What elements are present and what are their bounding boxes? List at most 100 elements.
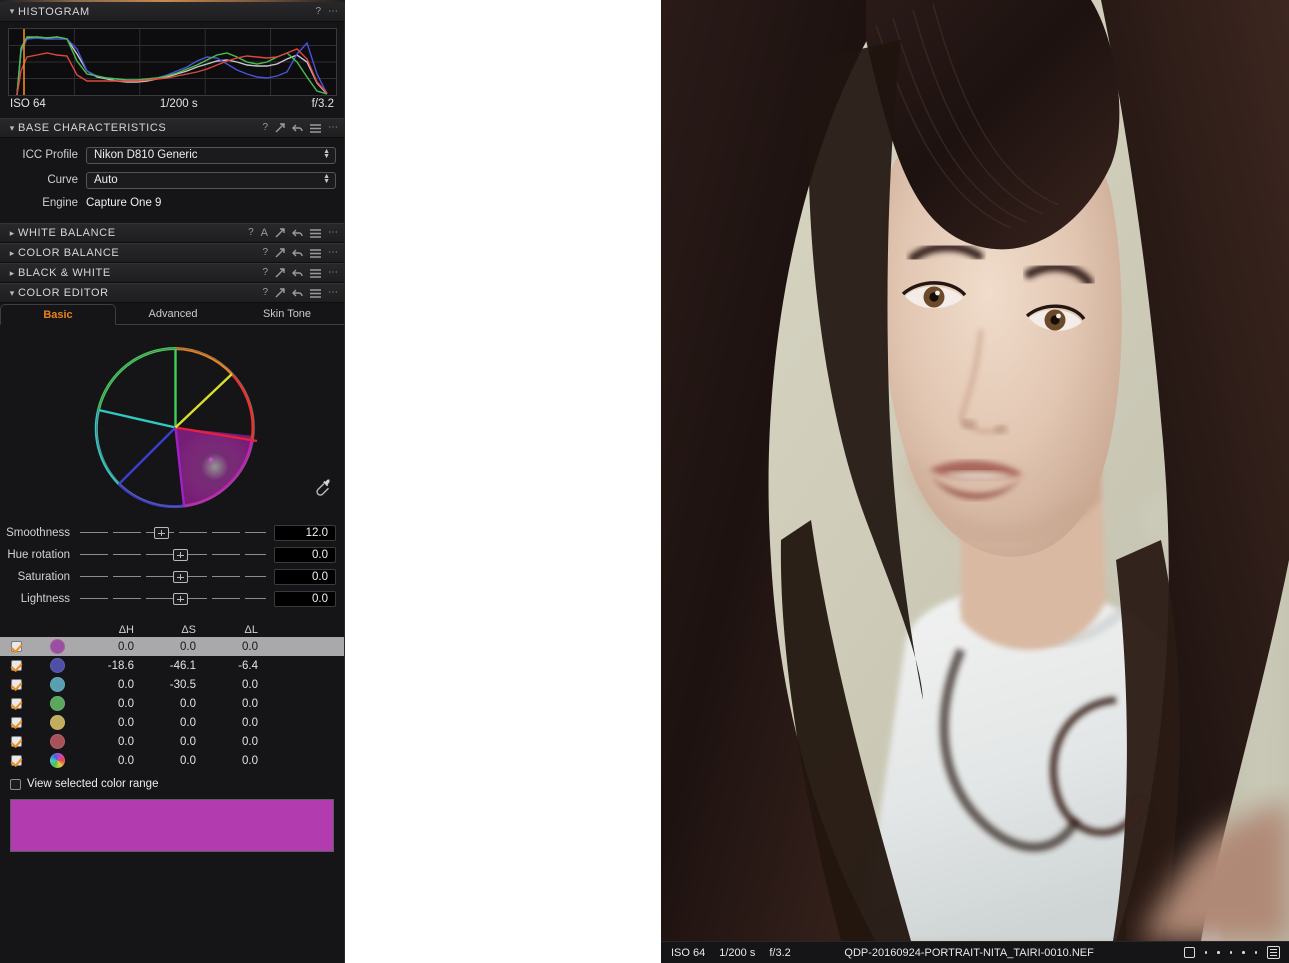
help-icon[interactable]: ? — [262, 247, 268, 259]
row-delta-s[interactable]: 0.0 — [144, 736, 206, 748]
help-icon[interactable]: ? — [262, 287, 268, 299]
row-delta-h[interactable]: 0.0 — [82, 641, 144, 653]
view-range-checkbox[interactable] — [10, 778, 21, 790]
row-delta-h[interactable]: 0.0 — [82, 717, 144, 729]
slider-track-smoothness[interactable] — [80, 524, 266, 542]
slider-knob-lightness[interactable] — [173, 593, 188, 605]
slider-value-saturation[interactable]: 0.0 — [274, 569, 336, 585]
row-delta-l[interactable]: -6.4 — [206, 660, 268, 672]
table-row[interactable]: 0.0 0.0 0.0 — [0, 637, 344, 656]
expand-icon[interactable] — [275, 122, 285, 134]
panel-header-black-and-white[interactable]: ▸ BLACK & WHITE ? ⋯ — [0, 263, 344, 283]
help-icon[interactable]: ? — [262, 122, 268, 134]
expand-icon[interactable] — [275, 267, 285, 279]
chevron-right-icon[interactable]: ▸ — [6, 228, 18, 238]
table-row[interactable]: 0.0 0.0 0.0 — [0, 751, 344, 770]
menu-icon[interactable] — [310, 227, 321, 239]
menu-icon[interactable] — [310, 122, 321, 134]
auto-icon[interactable]: A — [261, 227, 268, 239]
panel-header-histogram[interactable]: ▾ HISTOGRAM ? ⋯ — [0, 2, 344, 22]
slider-value-lightness[interactable]: 0.0 — [274, 591, 336, 607]
slider-knob-smoothness[interactable] — [154, 527, 170, 539]
menu-icon[interactable] — [310, 247, 321, 259]
photo-preview[interactable] — [661, 0, 1289, 941]
expand-icon[interactable] — [275, 247, 285, 259]
menu-icon[interactable] — [310, 287, 321, 299]
reset-icon[interactable] — [292, 227, 303, 239]
row-delta-h[interactable]: 0.0 — [82, 736, 144, 748]
help-icon[interactable]: ? — [262, 267, 268, 279]
table-row[interactable]: 0.0 -30.5 0.0 — [0, 675, 344, 694]
row-delta-l[interactable]: 0.0 — [206, 679, 268, 691]
curve-select[interactable]: Auto ▲ ▼ — [86, 171, 336, 189]
row-enable-checkbox[interactable] — [0, 679, 32, 690]
row-color-swatch[interactable] — [32, 696, 82, 711]
row-color-swatch[interactable] — [32, 753, 82, 768]
slider-value-smoothness[interactable]: 12.0 — [274, 525, 336, 541]
row-color-swatch[interactable] — [32, 715, 82, 730]
ellipsis-icon[interactable]: ⋯ — [328, 6, 338, 18]
star-rating-dot-2[interactable] — [1217, 951, 1220, 954]
ellipsis-icon[interactable]: ⋯ — [328, 122, 338, 134]
row-delta-s[interactable]: 0.0 — [144, 755, 206, 767]
ellipsis-icon[interactable]: ⋯ — [328, 247, 338, 259]
row-delta-s[interactable]: 0.0 — [144, 698, 206, 710]
reset-icon[interactable] — [292, 287, 303, 299]
color-wheel[interactable] — [92, 344, 259, 511]
row-enable-checkbox[interactable] — [0, 755, 32, 766]
row-enable-checkbox[interactable] — [0, 660, 32, 671]
chevron-right-icon[interactable]: ▸ — [6, 248, 18, 258]
row-delta-s[interactable]: -46.1 — [144, 660, 206, 672]
tab-skin-tone[interactable]: Skin Tone — [230, 303, 344, 324]
histogram-plot[interactable] — [8, 28, 337, 96]
ellipsis-icon[interactable]: ⋯ — [328, 287, 338, 299]
star-rating-dot-4[interactable] — [1242, 951, 1245, 954]
row-enable-checkbox[interactable] — [0, 641, 32, 652]
view-selected-color-range-row[interactable]: View selected color range — [0, 770, 344, 790]
expand-icon[interactable] — [275, 227, 285, 239]
row-color-swatch[interactable] — [32, 639, 82, 654]
panel-header-color-balance[interactable]: ▸ COLOR BALANCE ? ⋯ — [0, 243, 344, 263]
row-delta-l[interactable]: 0.0 — [206, 698, 268, 710]
row-delta-h[interactable]: 0.0 — [82, 698, 144, 710]
row-enable-checkbox[interactable] — [0, 717, 32, 728]
slider-track-lightness[interactable] — [80, 590, 266, 608]
tab-advanced[interactable]: Advanced — [116, 303, 230, 324]
row-delta-h[interactable]: 0.0 — [82, 755, 144, 767]
slider-value-hue-rotation[interactable]: 0.0 — [274, 547, 336, 563]
star-rating-dot-1[interactable] — [1204, 951, 1207, 954]
row-delta-l[interactable]: 0.0 — [206, 736, 268, 748]
chevron-down-icon[interactable]: ▾ — [6, 7, 18, 16]
slider-knob-saturation[interactable] — [173, 571, 188, 583]
eyedropper-icon[interactable] — [314, 477, 334, 497]
color-tag-icon[interactable] — [1183, 947, 1195, 958]
table-row[interactable]: 0.0 0.0 0.0 — [0, 694, 344, 713]
row-color-swatch[interactable] — [32, 658, 82, 673]
reset-icon[interactable] — [292, 267, 303, 279]
list-view-icon[interactable] — [1267, 946, 1280, 959]
row-color-swatch[interactable] — [32, 734, 82, 749]
help-icon[interactable]: ? — [248, 227, 254, 239]
expand-icon[interactable] — [275, 287, 285, 299]
chevron-down-icon[interactable]: ▾ — [6, 123, 18, 133]
icc-profile-select[interactable]: Nikon D810 Generic ▲ ▼ — [86, 146, 336, 164]
row-delta-s[interactable]: 0.0 — [144, 641, 206, 653]
row-delta-h[interactable]: 0.0 — [82, 679, 144, 691]
help-icon[interactable]: ? — [315, 6, 321, 18]
star-rating-dot-3[interactable] — [1229, 951, 1232, 954]
row-color-swatch[interactable] — [32, 677, 82, 692]
row-delta-s[interactable]: 0.0 — [144, 717, 206, 729]
star-rating-dot-5[interactable] — [1254, 951, 1257, 954]
slider-track-saturation[interactable] — [80, 568, 266, 586]
panel-header-base-characteristics[interactable]: ▾ BASE CHARACTERISTICS ? ⋯ — [0, 118, 344, 138]
chevron-right-icon[interactable]: ▸ — [6, 268, 18, 278]
table-row[interactable]: 0.0 0.0 0.0 — [0, 713, 344, 732]
tab-basic[interactable]: Basic — [0, 304, 116, 325]
reset-icon[interactable] — [292, 247, 303, 259]
panel-header-white-balance[interactable]: ▸ WHITE BALANCE ? A ⋯ — [0, 223, 344, 243]
reset-icon[interactable] — [292, 122, 303, 134]
row-delta-l[interactable]: 0.0 — [206, 755, 268, 767]
chevron-down-icon[interactable]: ▾ — [6, 288, 18, 298]
ellipsis-icon[interactable]: ⋯ — [328, 267, 338, 279]
table-row[interactable]: -18.6 -46.1 -6.4 — [0, 656, 344, 675]
